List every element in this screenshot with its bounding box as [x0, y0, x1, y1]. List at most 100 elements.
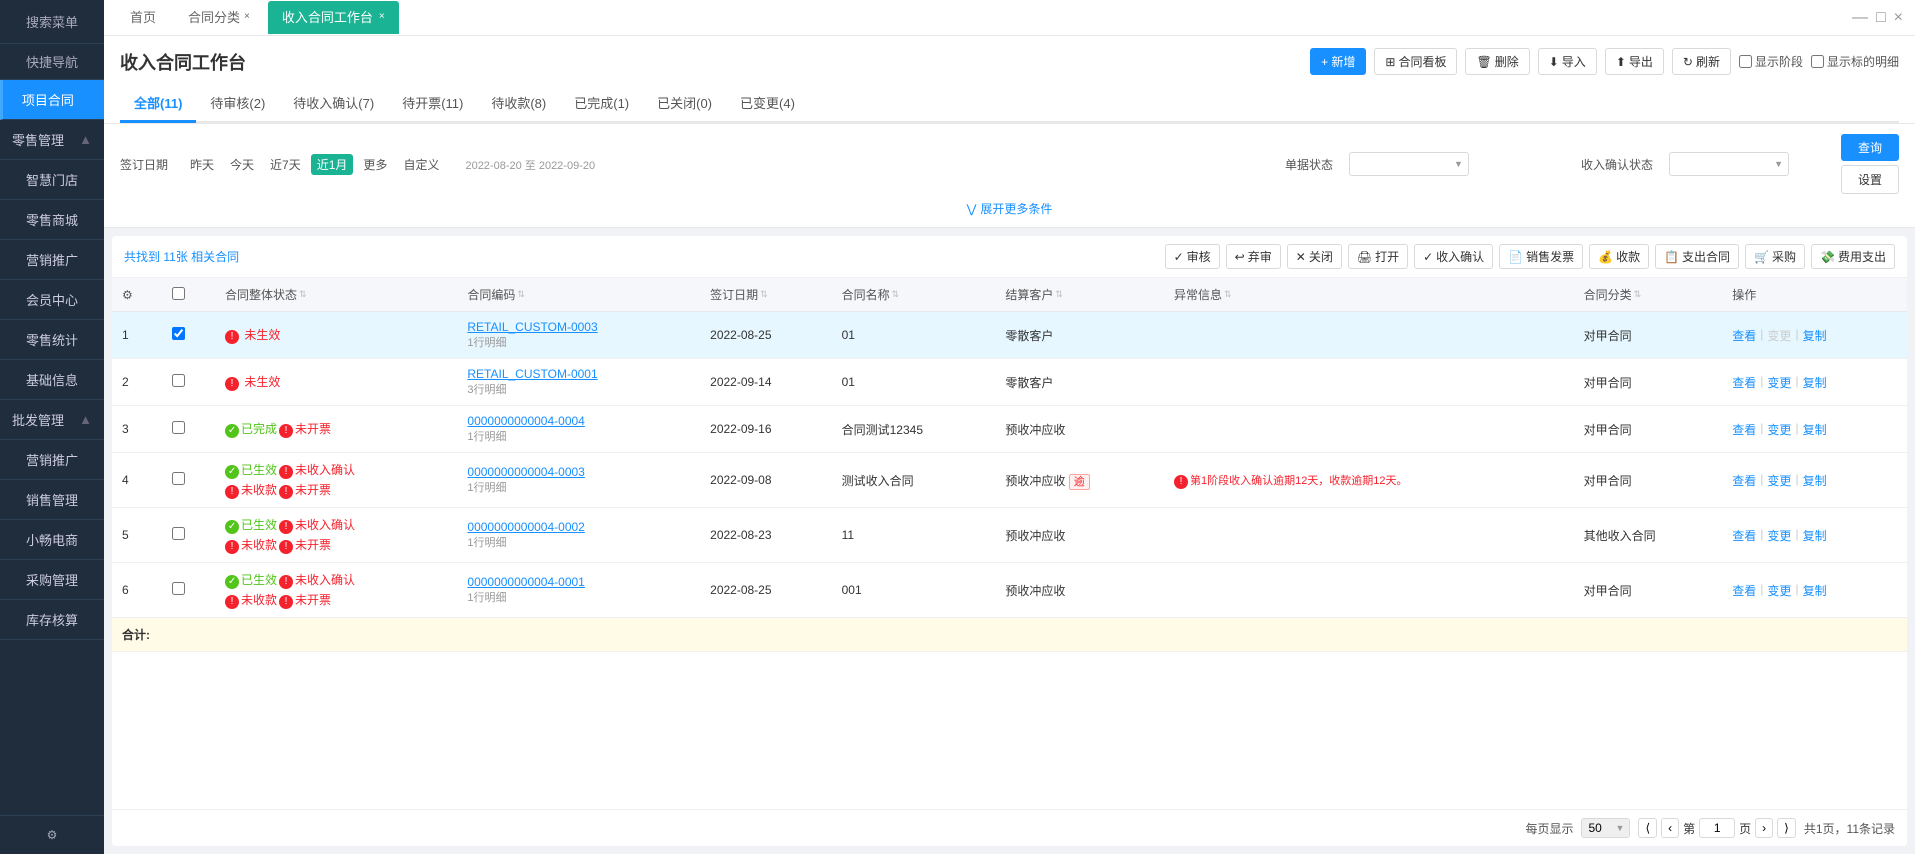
first-page-btn[interactable]: ⟨	[1638, 818, 1657, 838]
sidebar-item-purchase[interactable]: 采购管理	[0, 560, 104, 600]
row4-checkbox[interactable]	[162, 453, 215, 508]
import-button[interactable]: ⬇ 导入	[1538, 48, 1597, 75]
collection-btn[interactable]: 💰 收款	[1589, 244, 1649, 269]
review-btn[interactable]: ✓ 审核	[1165, 244, 1220, 269]
row2-view-btn[interactable]: 查看	[1732, 374, 1756, 391]
sidebar-item-inventory[interactable]: 库存核算	[0, 600, 104, 640]
row6-checkbox[interactable]	[162, 563, 215, 618]
last-page-btn[interactable]: ⟩	[1777, 818, 1796, 838]
date-btn-7days[interactable]: 近7天	[264, 154, 307, 175]
sidebar-item-retail[interactable]: 零售管理 ▲	[0, 120, 104, 160]
row6-code[interactable]: 0000000000004-0001 1行明细	[457, 563, 700, 618]
sidebar-item-ecommerce[interactable]: 小畅电商	[0, 520, 104, 560]
row1-view-btn[interactable]: 查看	[1732, 327, 1756, 344]
kanban-button[interactable]: ⊞ 合同看板	[1374, 48, 1457, 75]
doc-status-select[interactable]	[1349, 152, 1469, 176]
row2-checkbox[interactable]	[162, 359, 215, 406]
window-close-btn[interactable]: ×	[1894, 9, 1903, 27]
row4-change-btn[interactable]: 变更	[1767, 472, 1791, 489]
row1-copy-btn[interactable]: 复制	[1803, 327, 1827, 344]
row1-code[interactable]: RETAIL_CUSTOM-0003 1行明细	[457, 312, 700, 359]
row4-view-btn[interactable]: 查看	[1732, 472, 1756, 489]
maximize-btn[interactable]: □	[1876, 9, 1886, 27]
sales-invoice-btn[interactable]: 📄 销售发票	[1499, 244, 1583, 269]
income-confirm-status-select[interactable]	[1669, 152, 1789, 176]
sidebar-item-retail-stats[interactable]: 零售统计	[0, 320, 104, 360]
close-btn[interactable]: ✕ 关闭	[1287, 244, 1342, 269]
row4-copy-btn[interactable]: 复制	[1803, 472, 1827, 489]
prev-page-btn[interactable]: ‹	[1661, 818, 1679, 838]
income-confirm-btn[interactable]: ✓ 收入确认	[1414, 244, 1493, 269]
sub-contract-btn[interactable]: 📋 支出合同	[1655, 244, 1739, 269]
print-btn[interactable]: 🖨 打开	[1348, 244, 1408, 269]
col-signdate-header[interactable]: 签订日期⇅	[700, 278, 831, 312]
sidebar-item-marketing[interactable]: 营销推广	[0, 240, 104, 280]
add-button[interactable]: + 新增	[1310, 48, 1366, 75]
tab-close-contract-cat[interactable]: ×	[244, 11, 250, 22]
row3-checkbox[interactable]	[162, 406, 215, 453]
minimize-btn[interactable]: —	[1852, 9, 1868, 27]
row6-copy-btn[interactable]: 复制	[1803, 582, 1827, 599]
sidebar-item-sales-mgmt[interactable]: 销售管理	[0, 480, 104, 520]
col-name-header[interactable]: 合同名称⇅	[832, 278, 996, 312]
expense-btn[interactable]: 💸 费用支出	[1811, 244, 1895, 269]
col-settings-header[interactable]: ⚙	[112, 278, 162, 312]
status-tab-pending-collection[interactable]: 待收款(8)	[477, 85, 560, 123]
sidebar-item-basic-info[interactable]: 基础信息	[0, 360, 104, 400]
row3-change-btn[interactable]: 变更	[1767, 421, 1791, 438]
delete-button[interactable]: 🗑 删除	[1465, 48, 1529, 75]
expand-conditions-btn[interactable]: ⋁ 展开更多条件	[967, 200, 1053, 217]
sidebar-item-project[interactable]: 项目合同 ◀	[0, 80, 104, 120]
status-tab-all[interactable]: 全部(11)	[120, 85, 196, 123]
sidebar-item-smart-shop[interactable]: 智慧门店	[0, 160, 104, 200]
export-button[interactable]: ⬆ 导出	[1605, 48, 1664, 75]
purchase-btn[interactable]: 🛒 采购	[1745, 244, 1805, 269]
sidebar-settings[interactable]: ⚙	[0, 815, 104, 854]
status-tab-completed[interactable]: 已完成(1)	[560, 85, 643, 123]
sidebar-item-retail-mall[interactable]: 零售商城	[0, 200, 104, 240]
tab-close-income-workbench[interactable]: ×	[379, 11, 385, 22]
row4-code[interactable]: 0000000000004-0003 1行明细	[457, 453, 700, 508]
date-btn-today[interactable]: 今天	[224, 154, 260, 175]
row3-view-btn[interactable]: 查看	[1732, 421, 1756, 438]
row2-code[interactable]: RETAIL_CUSTOM-0001 3行明细	[457, 359, 700, 406]
row1-change-btn[interactable]: 变更	[1767, 327, 1791, 344]
status-tab-pending-review[interactable]: 待审核(2)	[196, 85, 279, 123]
page-size-select[interactable]: 10 20 50 100	[1581, 818, 1630, 838]
col-status-header[interactable]: 合同整体状态⇅	[215, 278, 457, 312]
status-tab-changed[interactable]: 已变更(4)	[726, 85, 809, 123]
col-checkbox-header[interactable]	[162, 278, 215, 312]
sidebar-item-sales-marketing[interactable]: 营销推广	[0, 440, 104, 480]
col-category-header[interactable]: 合同分类⇅	[1574, 278, 1723, 312]
tab-contract-cat[interactable]: 合同分类 ×	[174, 0, 264, 36]
tab-income-workbench[interactable]: 收入合同工作台 ×	[268, 1, 399, 34]
col-code-header[interactable]: 合同编码⇅	[457, 278, 700, 312]
row3-code[interactable]: 0000000000004-0004 1行明细	[457, 406, 700, 453]
sidebar-item-wholesale[interactable]: 批发管理 ▲	[0, 400, 104, 440]
row5-copy-btn[interactable]: 复制	[1803, 527, 1827, 544]
date-btn-yesterday[interactable]: 昨天	[184, 154, 220, 175]
row5-checkbox[interactable]	[162, 508, 215, 563]
col-error-header[interactable]: 异常信息⇅	[1164, 278, 1574, 312]
date-btn-more[interactable]: 更多	[357, 154, 393, 175]
row5-code[interactable]: 0000000000004-0002 1行明细	[457, 508, 700, 563]
row3-copy-btn[interactable]: 复制	[1803, 421, 1827, 438]
query-button[interactable]: 查询	[1841, 134, 1899, 161]
page-input[interactable]	[1699, 818, 1735, 838]
date-btn-1month[interactable]: 近1月	[311, 154, 354, 175]
show-detail-checkbox[interactable]: 显示标的明细	[1811, 53, 1899, 70]
show-fields-checkbox[interactable]: 显示阶段	[1739, 53, 1803, 70]
next-page-btn[interactable]: ›	[1755, 818, 1773, 838]
sidebar-search[interactable]: 搜索菜单	[0, 0, 104, 44]
sidebar-item-member[interactable]: 会员中心	[0, 280, 104, 320]
row2-copy-btn[interactable]: 复制	[1803, 374, 1827, 391]
col-customer-header[interactable]: 结算客户⇅	[995, 278, 1164, 312]
date-btn-custom[interactable]: 自定义	[397, 154, 445, 175]
sidebar-quick-nav[interactable]: 快捷导航	[0, 44, 104, 80]
status-tab-pending-income[interactable]: 待收入确认(7)	[279, 85, 388, 123]
status-tab-pending-invoice[interactable]: 待开票(11)	[388, 85, 477, 123]
row5-change-btn[interactable]: 变更	[1767, 527, 1791, 544]
row6-view-btn[interactable]: 查看	[1732, 582, 1756, 599]
refresh-button[interactable]: ↻ 刷新	[1672, 48, 1731, 75]
set-button[interactable]: 设置	[1841, 165, 1899, 194]
